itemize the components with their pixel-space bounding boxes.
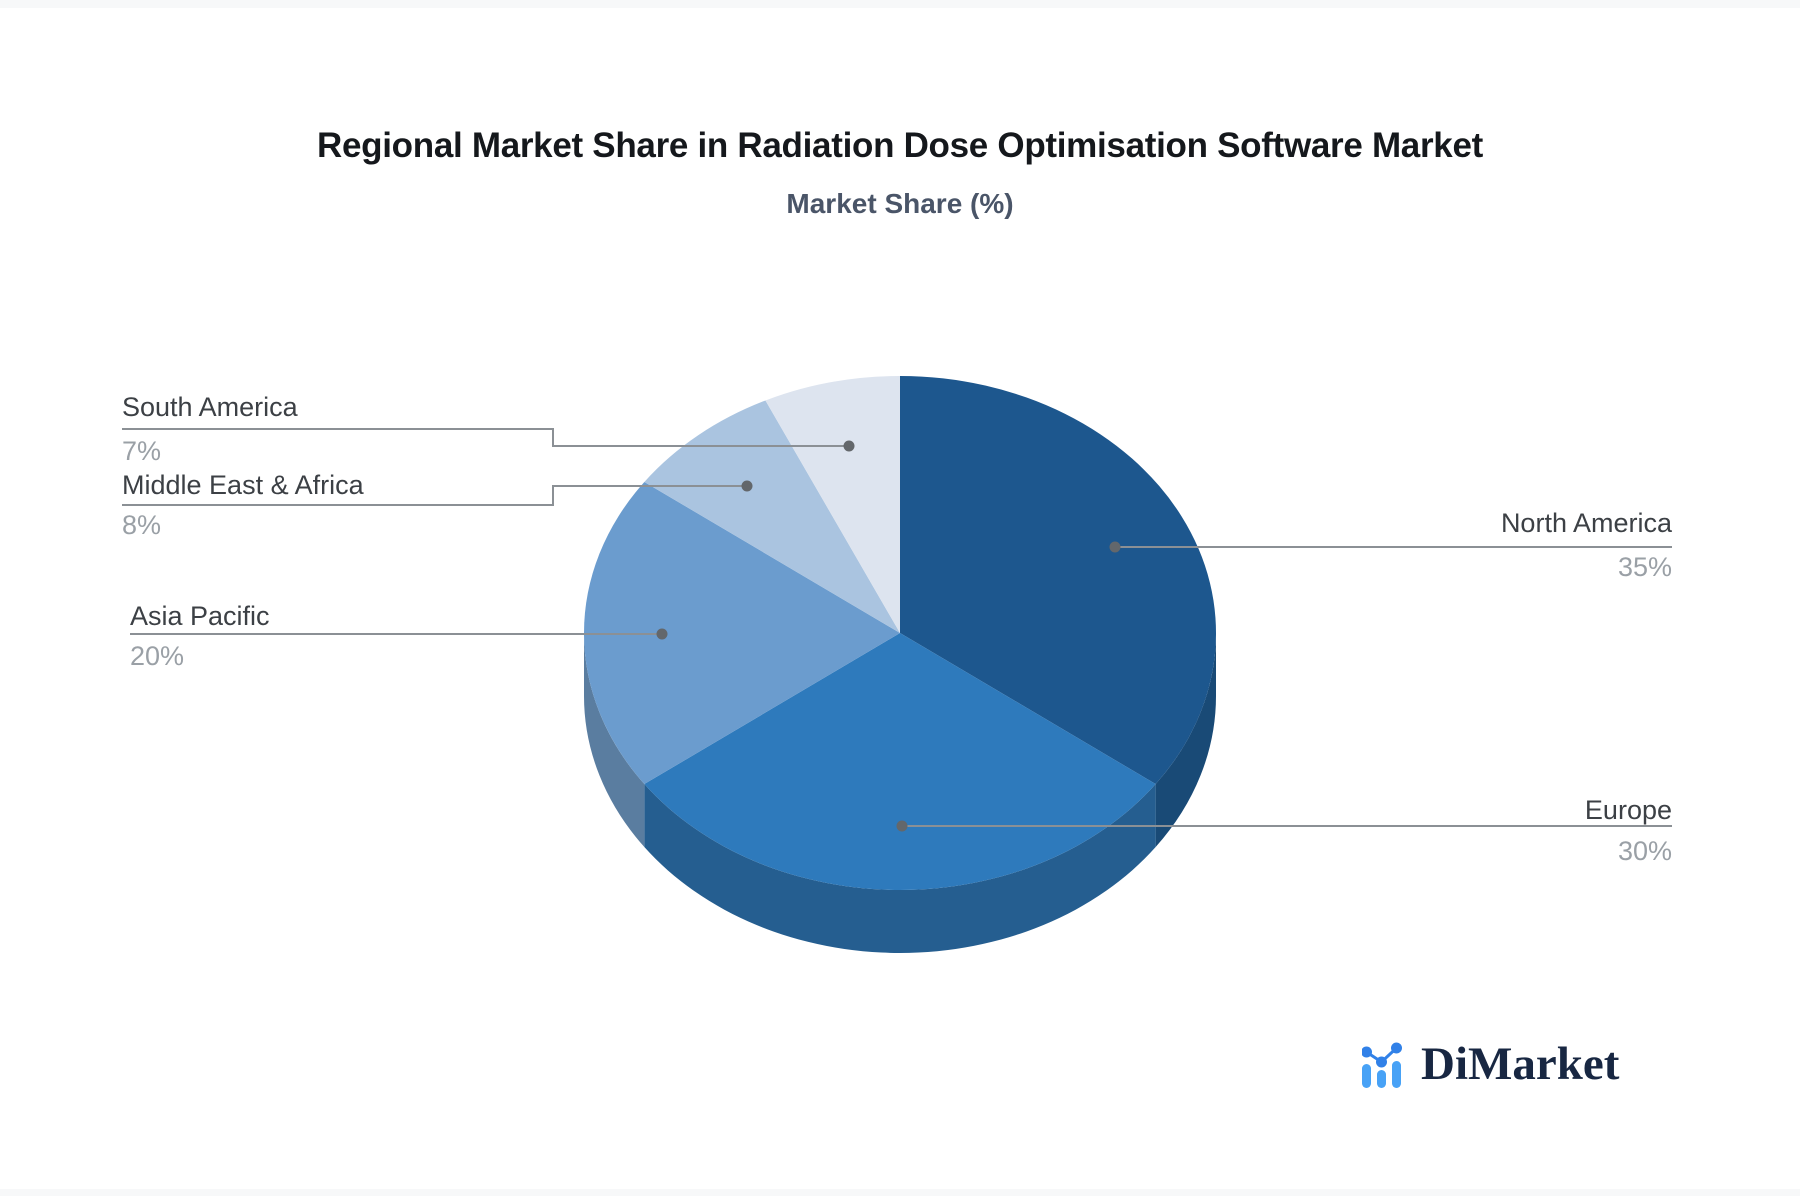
leader-dot-south-america: [843, 440, 855, 452]
callout-label-south-america: South America: [122, 392, 298, 422]
bar-chart-icon: [1362, 1042, 1402, 1088]
leader-dot-middle-east-africa: [741, 480, 753, 492]
logo-bar: [1392, 1061, 1401, 1088]
logo-bar: [1362, 1064, 1371, 1088]
leader-dot-europe: [896, 820, 908, 832]
chart-subtitle: Market Share (%): [786, 188, 1014, 219]
callout-value-middle-east-africa: 8%: [122, 510, 162, 540]
callout-label-asia-pacific: Asia Pacific: [130, 601, 270, 631]
callout-label-middle-east-africa: Middle East & Africa: [122, 470, 364, 500]
logo-dot: [1376, 1056, 1387, 1068]
callout-value-north-america: 35%: [1617, 552, 1672, 582]
leader-dot-north-america: [1109, 541, 1121, 553]
callout-label-north-america: North America: [1500, 508, 1672, 538]
brand-logo: DiMarket: [1362, 1040, 1619, 1088]
leader-dot-asia-pacific: [656, 628, 668, 640]
logo-bar: [1377, 1070, 1386, 1088]
chart-page: { "page": { "background": "#ffffff", "fr…: [0, 0, 1800, 1196]
callout-label-europe: Europe: [1584, 795, 1672, 825]
pie-chart-svg: [122, 376, 1672, 953]
callout-value-south-america: 7%: [122, 436, 162, 466]
callout-value-europe: 30%: [1617, 836, 1672, 866]
callout-value-asia-pacific: 20%: [130, 641, 185, 671]
logo-dot: [1391, 1042, 1402, 1054]
page-title: Regional Market Share in Radiation Dose …: [317, 126, 1483, 165]
logo-text: DiMarket: [1421, 1038, 1620, 1090]
